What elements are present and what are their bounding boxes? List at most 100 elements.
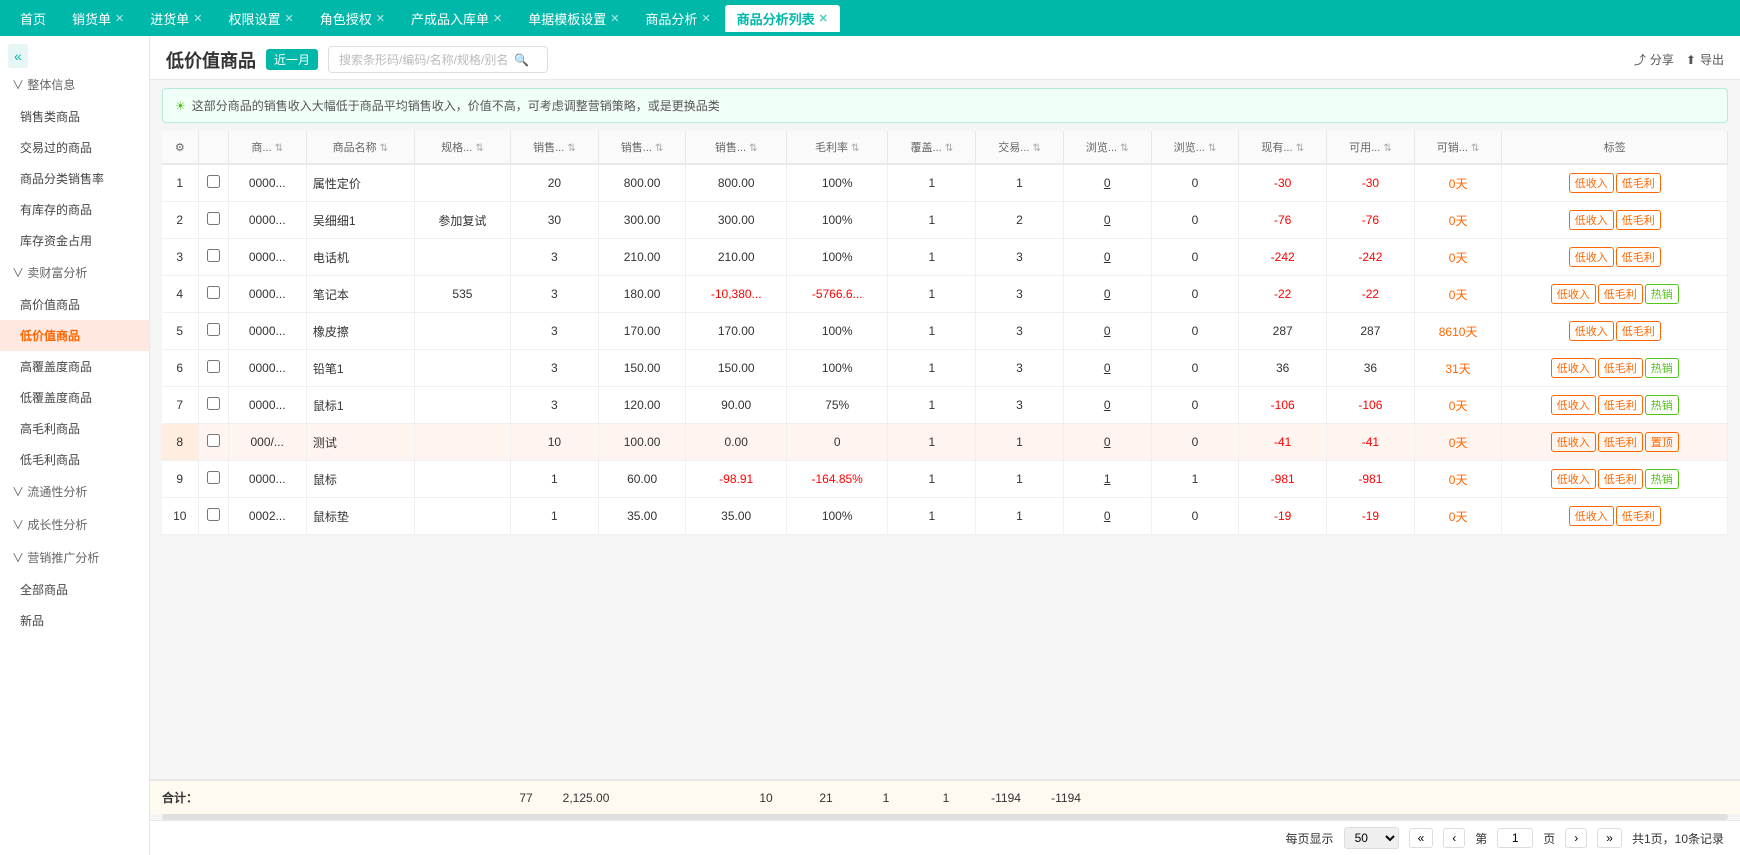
gross-margin-column-header[interactable]: 毛利率 ⇅ bbox=[786, 131, 888, 164]
row-checkbox[interactable] bbox=[207, 471, 220, 484]
sidebar-item-low-value[interactable]: 低价值商品 bbox=[0, 320, 149, 351]
row-browse1[interactable]: 0 bbox=[1063, 202, 1151, 239]
nav-product-analysis-list[interactable]: 商品分析列表✕ bbox=[725, 5, 840, 32]
sidebar-item-stock-products[interactable]: 有库存的商品 bbox=[0, 194, 149, 225]
first-page-button[interactable]: « bbox=[1409, 828, 1434, 848]
close-icon[interactable]: ✕ bbox=[115, 12, 124, 25]
row-current-stock: -981 bbox=[1239, 461, 1327, 498]
row-checkbox[interactable] bbox=[207, 508, 220, 521]
row-browse1[interactable]: 0 bbox=[1063, 387, 1151, 424]
search-icon[interactable]: 🔍 bbox=[514, 53, 529, 67]
sidebar-item-high-value[interactable]: 高价值商品 bbox=[0, 289, 149, 320]
row-tags: 低收入低毛利置顶 bbox=[1502, 424, 1728, 461]
sidebar-item-low-profit[interactable]: 低毛利商品 bbox=[0, 444, 149, 475]
row-checkbox-cell bbox=[198, 239, 228, 276]
row-browse1[interactable]: 0 bbox=[1063, 276, 1151, 313]
export-button[interactable]: ⬆ 导出 bbox=[1686, 51, 1724, 68]
row-code: 0000... bbox=[228, 313, 306, 350]
sidebar-group-overview[interactable]: ∨ 整体信息 bbox=[0, 68, 149, 101]
current-stock-column-header[interactable]: 现有... ⇅ bbox=[1239, 131, 1327, 164]
sidebar-group-marketing[interactable]: ∨ 营销推广分析 bbox=[0, 541, 149, 574]
available-stock-column-header[interactable]: 可用... ⇅ bbox=[1327, 131, 1415, 164]
sidebar-collapse-button[interactable]: « bbox=[8, 44, 28, 68]
row-browse2: 0 bbox=[1151, 239, 1239, 276]
spec-column-header[interactable]: 规格... ⇅ bbox=[414, 131, 510, 164]
row-checkbox[interactable] bbox=[207, 175, 220, 188]
row-browse1[interactable]: 0 bbox=[1063, 498, 1151, 535]
search-box[interactable]: 搜索条形码/编码/名称/规格/别名 🔍 bbox=[328, 46, 548, 73]
sidebar-item-traded-products[interactable]: 交易过的商品 bbox=[0, 132, 149, 163]
row-browse1[interactable]: 1 bbox=[1063, 461, 1151, 498]
row-checkbox[interactable] bbox=[207, 397, 220, 410]
nav-purchase[interactable]: 进货单✕ bbox=[138, 5, 214, 32]
row-browse1[interactable]: 0 bbox=[1063, 424, 1151, 461]
nav-sales[interactable]: 销货单✕ bbox=[60, 5, 136, 32]
row-browse1[interactable]: 0 bbox=[1063, 164, 1151, 202]
sidebar-group-circulation[interactable]: ∨ 流通性分析 bbox=[0, 475, 149, 508]
tag: 低毛利 bbox=[1616, 247, 1661, 267]
date-badge[interactable]: 近一月 bbox=[266, 49, 318, 70]
sale-qty-column-header[interactable]: 销售... ⇅ bbox=[511, 131, 599, 164]
prev-page-button[interactable]: ‹ bbox=[1443, 828, 1465, 848]
row-checkbox[interactable] bbox=[207, 249, 220, 262]
row-name: 笔记本 bbox=[306, 276, 414, 313]
settings-column-header[interactable]: ⚙ bbox=[162, 131, 198, 164]
close-icon[interactable]: ✕ bbox=[819, 12, 828, 25]
row-browse1[interactable]: 0 bbox=[1063, 239, 1151, 276]
tag: 置顶 bbox=[1645, 432, 1679, 452]
row-browse1[interactable]: 0 bbox=[1063, 350, 1151, 387]
nav-product-analysis[interactable]: 商品分析✕ bbox=[633, 5, 722, 32]
close-icon[interactable]: ✕ bbox=[493, 12, 502, 25]
sidebar-item-high-coverage[interactable]: 高覆盖度商品 bbox=[0, 351, 149, 382]
nav-permission[interactable]: 权限设置✕ bbox=[216, 5, 305, 32]
sidebar-item-stock-capital[interactable]: 库存资金占用 bbox=[0, 225, 149, 256]
close-icon[interactable]: ✕ bbox=[610, 12, 619, 25]
nav-template[interactable]: 单据模板设置✕ bbox=[516, 5, 631, 32]
sale-amount-column-header[interactable]: 销售... ⇅ bbox=[598, 131, 686, 164]
nav-product-in[interactable]: 产成品入库单✕ bbox=[399, 5, 514, 32]
sidebar-item-new-products[interactable]: 新品 bbox=[0, 605, 149, 636]
sidebar-item-low-coverage[interactable]: 低覆盖度商品 bbox=[0, 382, 149, 413]
sale-profit-column-header[interactable]: 销售... ⇅ bbox=[686, 131, 786, 164]
row-tags: 低收入低毛利热销 bbox=[1502, 461, 1728, 498]
row-checkbox[interactable] bbox=[207, 323, 220, 336]
nav-role[interactable]: 角色授权✕ bbox=[308, 5, 397, 32]
close-icon[interactable]: ✕ bbox=[285, 12, 294, 25]
browse2-column-header[interactable]: 浏览... ⇅ bbox=[1151, 131, 1239, 164]
nav-home[interactable]: 首页 bbox=[8, 5, 58, 32]
close-icon[interactable]: ✕ bbox=[376, 12, 385, 25]
sidebar: « ∨ 整体信息 销售类商品 交易过的商品 商品分类销售率 有库存的商品 库存资… bbox=[0, 36, 150, 855]
row-spec: 535 bbox=[414, 276, 510, 313]
row-coverage: 1 bbox=[888, 313, 976, 350]
row-checkbox[interactable] bbox=[207, 212, 220, 225]
sidebar-group-growth[interactable]: ∨ 成长性分析 bbox=[0, 508, 149, 541]
name-column-header[interactable]: 商品名称 ⇅ bbox=[306, 131, 414, 164]
tag: 低毛利 bbox=[1598, 469, 1643, 489]
close-icon[interactable]: ✕ bbox=[701, 12, 710, 25]
page-number-input[interactable] bbox=[1497, 828, 1533, 848]
row-checkbox[interactable] bbox=[207, 360, 220, 373]
row-code: 0000... bbox=[228, 461, 306, 498]
code-column-header[interactable]: 商... ⇅ bbox=[228, 131, 306, 164]
row-spec bbox=[414, 239, 510, 276]
sidebar-group-wealth[interactable]: ∨ 卖财富分析 bbox=[0, 256, 149, 289]
share-button[interactable]: ⤴ 分享 bbox=[1634, 51, 1674, 68]
trade-column-header[interactable]: 交易... ⇅ bbox=[976, 131, 1064, 164]
sidebar-item-high-profit[interactable]: 高毛利商品 bbox=[0, 413, 149, 444]
row-browse1[interactable]: 0 bbox=[1063, 313, 1151, 350]
row-browse2: 0 bbox=[1151, 313, 1239, 350]
sidebar-item-sales-products[interactable]: 销售类商品 bbox=[0, 101, 149, 132]
tags-column-header: 标签 bbox=[1502, 131, 1728, 164]
sidebar-item-all-products[interactable]: 全部商品 bbox=[0, 574, 149, 605]
per-page-select[interactable]: 50 100 200 bbox=[1344, 827, 1399, 849]
last-page-button[interactable]: » bbox=[1597, 828, 1622, 848]
saleable-stock-column-header[interactable]: 可销... ⇅ bbox=[1414, 131, 1502, 164]
next-page-button[interactable]: › bbox=[1565, 828, 1587, 848]
browse1-column-header[interactable]: 浏览... ⇅ bbox=[1063, 131, 1151, 164]
tag: 低毛利 bbox=[1598, 284, 1643, 304]
coverage-column-header[interactable]: 覆盖... ⇅ bbox=[888, 131, 976, 164]
row-checkbox[interactable] bbox=[207, 434, 220, 447]
row-checkbox[interactable] bbox=[207, 286, 220, 299]
close-icon[interactable]: ✕ bbox=[193, 12, 202, 25]
sidebar-item-category-sales-rate[interactable]: 商品分类销售率 bbox=[0, 163, 149, 194]
